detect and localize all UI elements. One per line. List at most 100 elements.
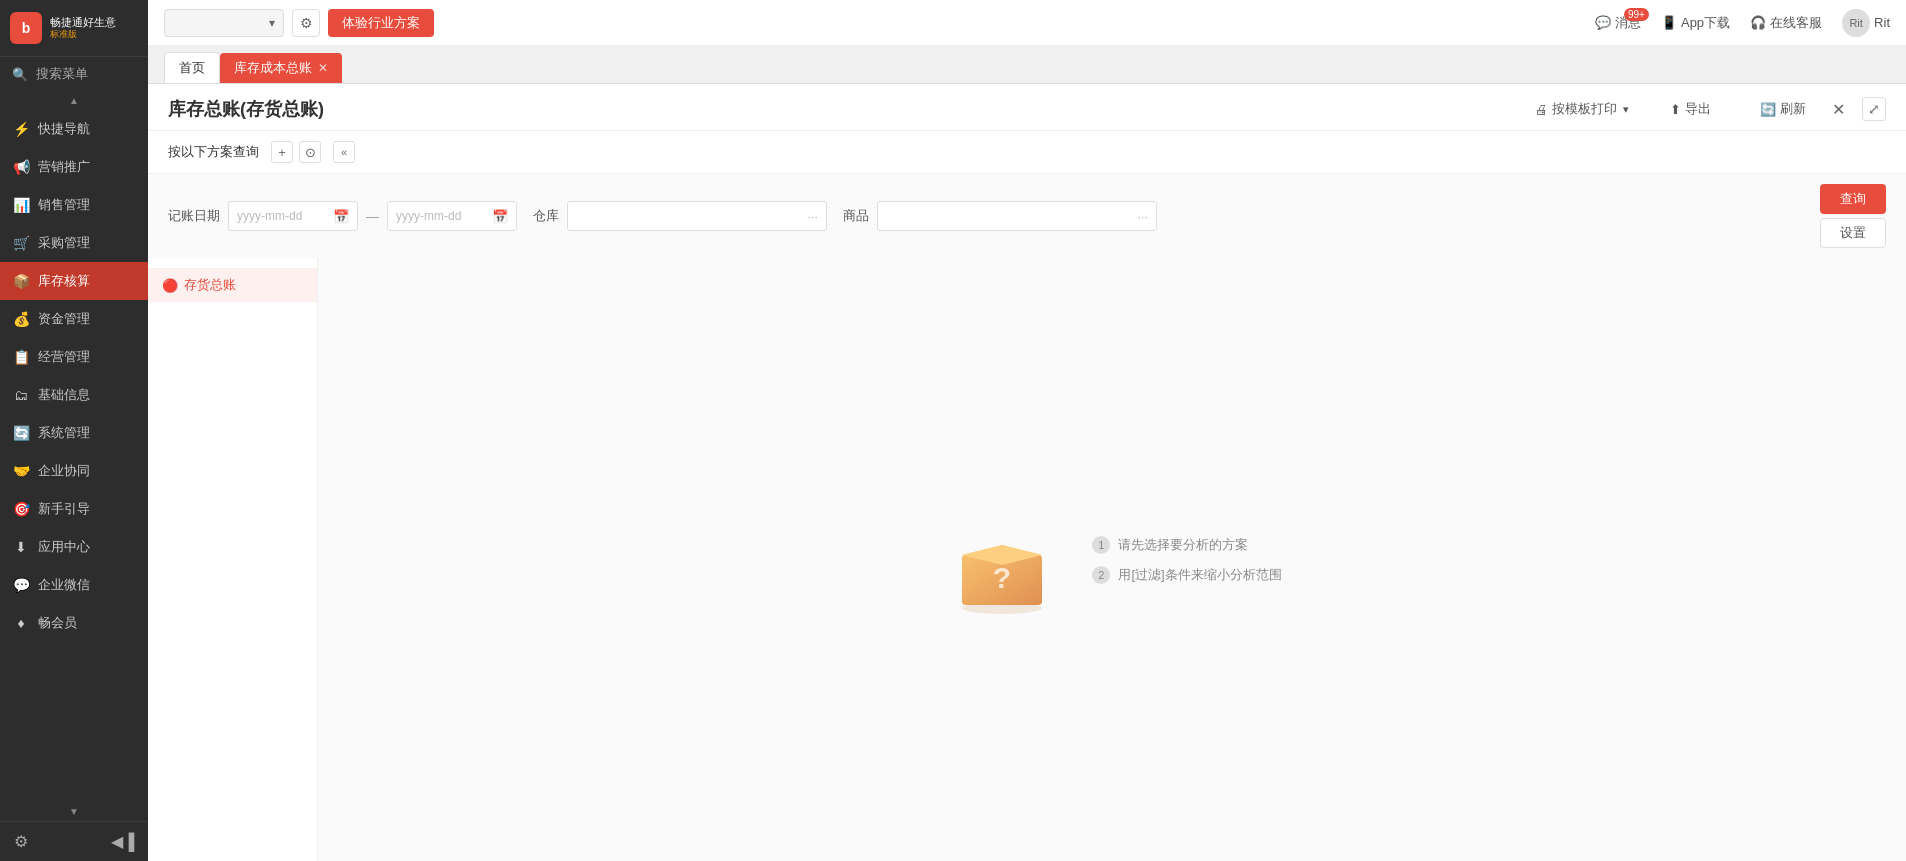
app-download-btn[interactable]: 📱 App下载 — [1661, 14, 1730, 32]
search-btn[interactable]: 查询 — [1820, 184, 1886, 214]
sidebar-item-vip[interactable]: ♦ 畅会员 — [0, 604, 148, 642]
filter-area: 按以下方案查询 + ⊙ « 记账日期 yyyy-mm-dd 📅 — — [148, 131, 1906, 258]
inventory-icon: 📦 — [12, 273, 30, 289]
filter-manage-btn[interactable]: ⊙ — [299, 141, 321, 163]
settings-btn[interactable]: 设置 — [1820, 218, 1886, 248]
nav-dropdown[interactable]: ▾ — [164, 9, 284, 37]
sidebar-item-app-center[interactable]: ⬇ 应用中心 — [0, 528, 148, 566]
date-end-input[interactable]: yyyy-mm-dd 📅 — [387, 201, 517, 231]
print-btn[interactable]: 🖨 按模板打印 ▾ — [1535, 100, 1629, 118]
empty-illustration: ? — [942, 500, 1062, 620]
sidebar-item-operation[interactable]: 📋 经营管理 — [0, 338, 148, 376]
close-panel-btn[interactable]: ✕ — [1826, 97, 1850, 121]
basic-info-icon: 🗂 — [12, 387, 30, 403]
page-header-actions: 🖨 按模板打印 ▾ ⬆ 导出 🔄 刷新 ✕ ⤢ — [1535, 96, 1886, 122]
system-icon: 🔄 — [12, 425, 30, 441]
quick-nav-icon: ⚡ — [12, 121, 30, 137]
filter-top: 按以下方案查询 + ⊙ « — [148, 131, 1906, 174]
page-header: 库存总账(存货总账) 🖨 按模板打印 ▾ ⬆ 导出 🔄 刷新 ✕ — [148, 84, 1906, 131]
sidebar-item-wechat[interactable]: 💬 企业微信 — [0, 566, 148, 604]
filter-label: 按以下方案查询 — [168, 143, 259, 161]
user-profile[interactable]: Rit Rit — [1842, 9, 1890, 37]
home-tab-label: 首页 — [179, 59, 205, 77]
tab-home[interactable]: 首页 — [164, 52, 220, 83]
online-service-btn[interactable]: 🎧 在线客服 — [1750, 14, 1822, 32]
page-title: 库存总账(存货总账) — [168, 97, 324, 121]
app-name: 畅捷通好生意 标准版 — [50, 15, 116, 41]
warehouse-filter-group: 仓库 ··· — [533, 201, 827, 231]
scheme-item-inventory-ledger[interactable]: 🔴 存货总账 — [148, 268, 317, 302]
filter-add-btn[interactable]: + — [271, 141, 293, 163]
sidebar-item-purchase[interactable]: 🛒 采购管理 — [0, 224, 148, 262]
tab-close-btn[interactable]: ✕ — [318, 61, 328, 75]
date-separator: — — [366, 209, 379, 224]
sidebar-item-system[interactable]: 🔄 系统管理 — [0, 414, 148, 452]
date-field-label: 记账日期 — [168, 207, 220, 225]
main-area: ▾ ⚙ 体验行业方案 💬 消息 99+ 📱 App下载 🎧 在线客服 Rit — [148, 0, 1906, 861]
finance-icon: 💰 — [12, 311, 30, 327]
svg-text:?: ? — [993, 561, 1011, 594]
phone-icon: 📱 — [1661, 15, 1677, 30]
topbar-left: ▾ ⚙ 体验行业方案 — [164, 9, 434, 37]
export-btn[interactable]: ⬆ 导出 — [1662, 96, 1719, 122]
goods-label: 商品 — [843, 207, 869, 225]
topbar-right: 💬 消息 99+ 📱 App下载 🎧 在线客服 Rit Rit — [1595, 9, 1890, 37]
sidebar-search[interactable]: 🔍 搜索菜单 — [0, 57, 148, 91]
app-center-icon: ⬇ — [12, 539, 30, 555]
sidebar-item-finance[interactable]: 💰 资金管理 — [0, 300, 148, 338]
sidebar-logo: b 畅捷通好生意 标准版 — [0, 0, 148, 57]
tab-inventory-cost[interactable]: 库存成本总账 ✕ — [220, 53, 342, 83]
scheme-icon: 🔴 — [162, 278, 178, 293]
goods-filter-group: 商品 ··· — [843, 201, 1157, 231]
warehouse-more-icon: ··· — [807, 209, 818, 224]
sidebar-item-basic-info[interactable]: 🗂 基础信息 — [0, 376, 148, 414]
user-avatar: Rit — [1842, 9, 1870, 37]
headset-icon: 🎧 — [1750, 15, 1766, 30]
marketing-icon: 📢 — [12, 159, 30, 175]
search-icon: 🔍 — [12, 67, 28, 82]
filter-row: 记账日期 yyyy-mm-dd 📅 — yyyy-mm-dd 📅 仓库 — [148, 174, 1906, 258]
messages-btn[interactable]: 💬 消息 99+ — [1595, 14, 1641, 32]
filter-collapse-btn[interactable]: « — [333, 141, 355, 163]
topbar-gear-btn[interactable]: ⚙ — [292, 9, 320, 37]
sidebar-item-sales[interactable]: 📊 销售管理 — [0, 186, 148, 224]
sidebar-nav: ⚡ 快捷导航 📢 营销推广 📊 销售管理 🛒 采购管理 📦 库存核算 💰 资金管… — [0, 110, 148, 802]
filter-actions: + ⊙ — [271, 141, 321, 163]
date-start-input[interactable]: yyyy-mm-dd 📅 — [228, 201, 358, 231]
vip-icon: ♦ — [12, 615, 30, 631]
tabbar: 首页 库存成本总账 ✕ — [148, 46, 1906, 84]
enterprise-icon: 🤝 — [12, 463, 30, 479]
refresh-icon: 🔄 — [1760, 102, 1776, 117]
guide-icon: 🎯 — [12, 501, 30, 517]
warehouse-input[interactable]: ··· — [567, 201, 827, 231]
wechat-icon: 💬 — [12, 577, 30, 593]
refresh-btn[interactable]: 🔄 刷新 — [1752, 96, 1814, 122]
sidebar-item-guide[interactable]: 🎯 新手引导 — [0, 490, 148, 528]
settings-footer-btn[interactable]: ⚙ — [14, 832, 28, 851]
collapse-sidebar-btn[interactable]: ◀▐ — [111, 832, 134, 851]
print-chevron-icon: ▾ — [1623, 103, 1629, 116]
sidebar-item-inventory[interactable]: 📦 库存核算 — [0, 262, 148, 300]
empty-content: ? 1 请先选择要分 — [942, 500, 1281, 620]
hint-num-1: 1 — [1092, 536, 1110, 554]
calendar-end-icon: 📅 — [492, 209, 508, 224]
goods-input[interactable]: ··· — [877, 201, 1157, 231]
sidebar-item-marketing[interactable]: 📢 营销推广 — [0, 148, 148, 186]
purchase-icon: 🛒 — [12, 235, 30, 251]
empty-hints: 1 请先选择要分析的方案 2 用[过滤]条件来缩小分析范围 — [1092, 536, 1281, 584]
sidebar: b 畅捷通好生意 标准版 🔍 搜索菜单 ▲ ⚡ 快捷导航 📢 营销推广 📊 销售… — [0, 0, 148, 861]
sidebar-scroll-down[interactable]: ▼ — [0, 802, 148, 821]
sidebar-item-quick-nav[interactable]: ⚡ 快捷导航 — [0, 110, 148, 148]
hint-num-2: 2 — [1092, 566, 1110, 584]
scheme-panel: 🔴 存货总账 — [148, 258, 318, 861]
printer-icon: 🖨 — [1535, 102, 1548, 117]
expand-btn[interactable]: ⤢ — [1862, 97, 1886, 121]
export-icon: ⬆ — [1670, 102, 1681, 117]
sidebar-scroll-up[interactable]: ▲ — [0, 91, 148, 110]
content-area: 🔴 存货总账 — [148, 258, 1906, 861]
industry-btn[interactable]: 体验行业方案 — [328, 9, 434, 37]
message-icon: 💬 — [1595, 15, 1611, 30]
inventory-tab-label: 库存成本总账 — [234, 59, 312, 77]
operation-icon: 📋 — [12, 349, 30, 365]
sidebar-item-enterprise[interactable]: 🤝 企业协同 — [0, 452, 148, 490]
